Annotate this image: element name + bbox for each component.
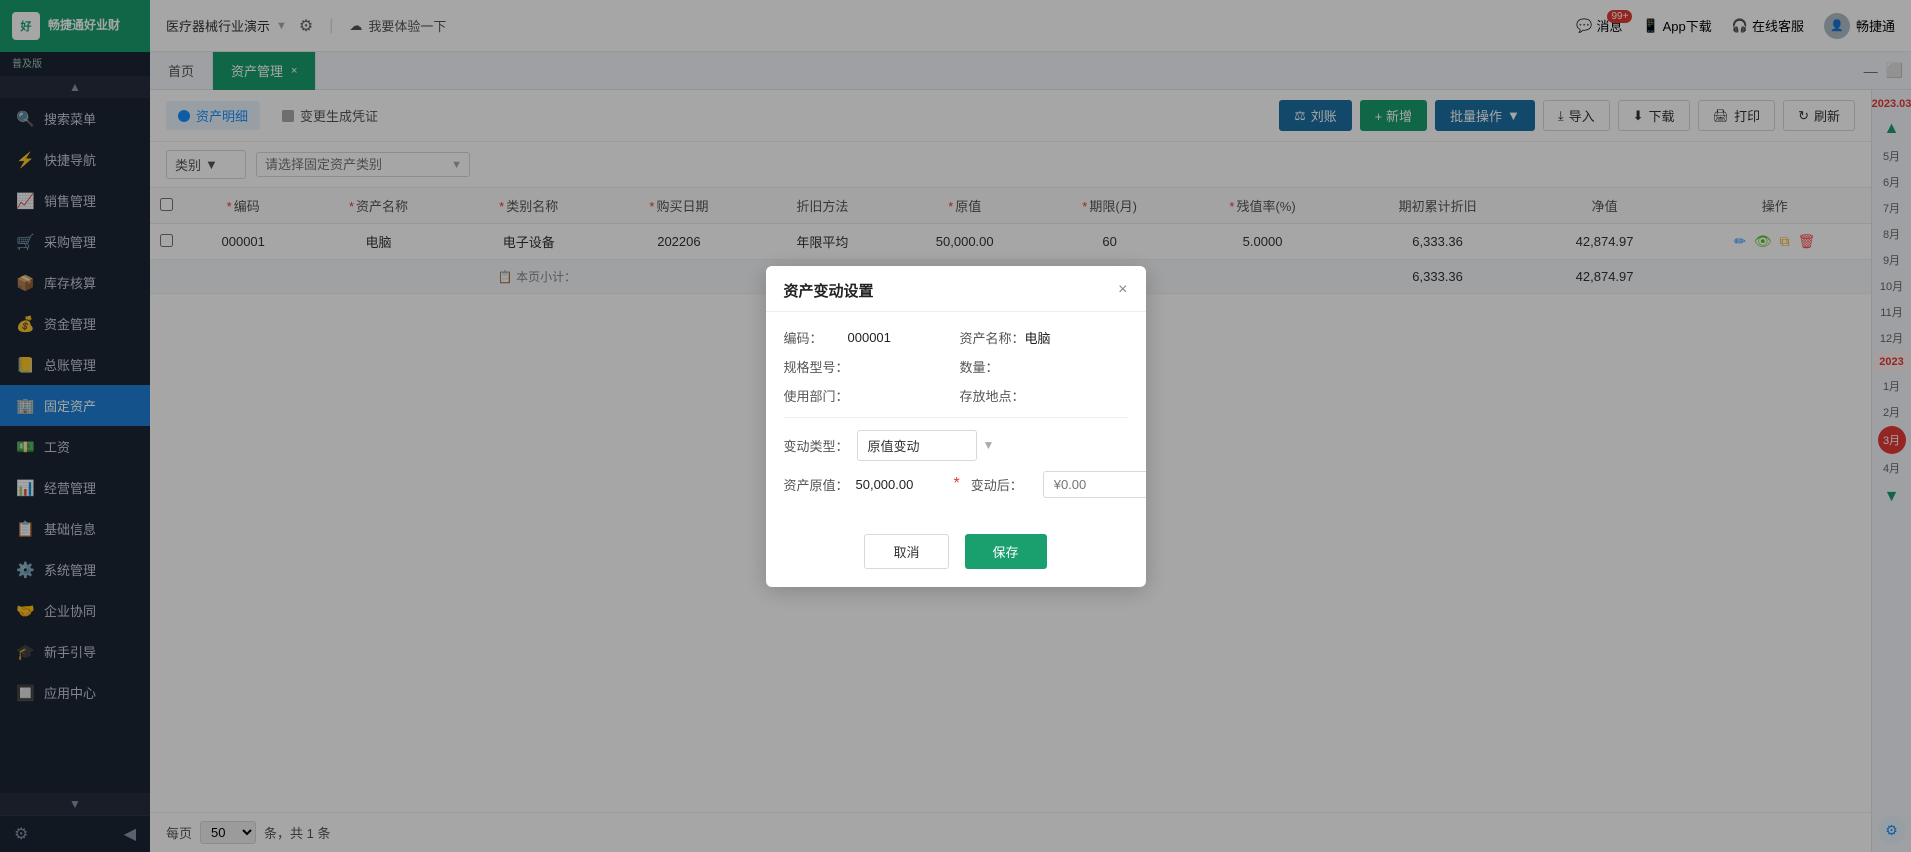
quantity-field: 数量： [960, 357, 1128, 376]
modal-title: 资产变动设置 [784, 280, 874, 301]
modal-row-spec-qty: 规格型号： 数量： [784, 357, 1128, 376]
change-type-select[interactable]: 原值变动 [857, 430, 977, 461]
asset-value-value: 50,000.00 [856, 477, 946, 492]
modal-row-code-name: 编码： 000001 资产名称： 电脑 [784, 328, 1128, 347]
change-type-select-wrap: 原值变动 ▼ [857, 430, 995, 461]
quantity-label: 数量： [960, 357, 1024, 376]
save-button[interactable]: 保存 [965, 534, 1047, 569]
asset-name-field: 资产名称： 电脑 [960, 328, 1128, 347]
modal-row-change-type: 变动类型： 原值变动 ▼ [784, 430, 1128, 461]
change-type-label: 变动类型： [784, 436, 849, 455]
modal-row-asset-value: 资产原值： 50,000.00 * 变动后： [784, 471, 1128, 498]
location-label: 存放地点： [960, 386, 1025, 405]
spec-field: 规格型号： [784, 357, 952, 376]
asset-value-label: 资产原值： [784, 475, 848, 494]
required-star: * [954, 475, 960, 493]
dept-label: 使用部门： [784, 386, 849, 405]
after-change-label: 变动后： [971, 475, 1035, 494]
code-field: 编码： 000001 [784, 328, 952, 347]
modal-row-dept-loc: 使用部门： 存放地点： [784, 386, 1128, 405]
modal-footer: 取消 保存 [766, 524, 1146, 587]
modal-overlay: 资产变动设置 × 编码： 000001 资产名称： 电脑 规格型号： [0, 0, 1911, 852]
modal-header: 资产变动设置 × [766, 266, 1146, 312]
asset-name-value: 电脑 [1025, 328, 1051, 347]
cancel-button[interactable]: 取消 [864, 534, 948, 569]
change-type-dropdown-icon[interactable]: ▼ [983, 438, 995, 452]
location-field: 存放地点： [960, 386, 1128, 405]
asset-name-label: 资产名称： [960, 328, 1025, 347]
asset-change-modal: 资产变动设置 × 编码： 000001 资产名称： 电脑 规格型号： [766, 266, 1146, 587]
spec-label: 规格型号： [784, 357, 849, 376]
change-type-value: 原值变动 [868, 439, 920, 454]
modal-divider [784, 417, 1128, 418]
after-change-input[interactable] [1043, 471, 1146, 498]
modal-close-button[interactable]: × [1118, 281, 1127, 299]
dept-field: 使用部门： [784, 386, 952, 405]
code-value: 000001 [848, 330, 891, 345]
code-label: 编码： [784, 328, 848, 347]
modal-body: 编码： 000001 资产名称： 电脑 规格型号： 数量： [766, 312, 1146, 524]
